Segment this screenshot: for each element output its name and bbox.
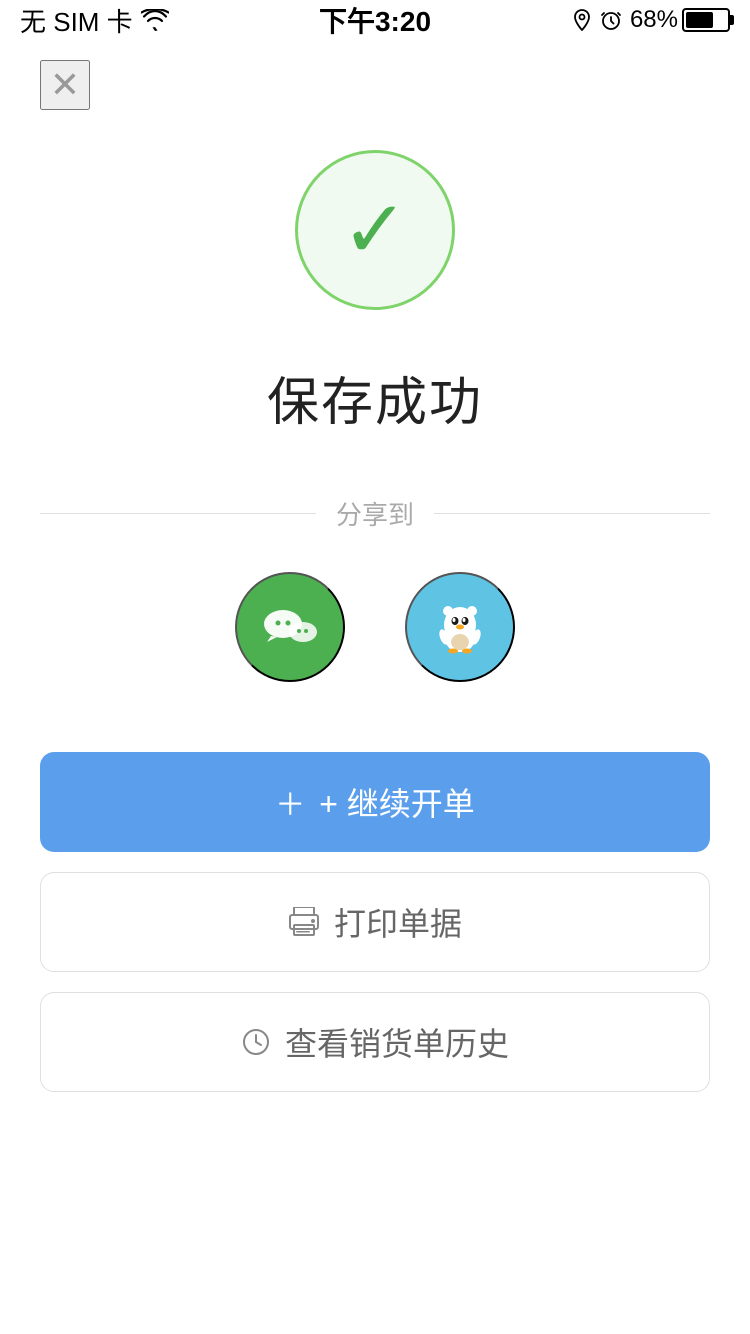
divider-right (434, 513, 710, 514)
status-bar: 无 SIM 卡 下午3:20 68% (0, 0, 750, 40)
status-left: 无 SIM 卡 (20, 2, 169, 39)
sim-status: 无 SIM 卡 (20, 2, 133, 39)
share-wechat-button[interactable] (235, 572, 345, 682)
history-label: 查看销货单历史 (285, 1019, 509, 1065)
battery-icon (682, 8, 730, 32)
status-time: 下午3:20 (319, 0, 431, 40)
main-content: ✕ ✓ 保存成功 分享到 (0, 40, 750, 1112)
status-right: 68% (572, 6, 730, 34)
continue-label: + 继续开单 (319, 779, 475, 825)
alarm-icon (600, 9, 622, 31)
close-icon: ✕ (50, 64, 80, 106)
continue-button[interactable]: ＋ + 继续开单 (40, 752, 710, 852)
success-title: 保存成功 (267, 360, 483, 435)
history-icon (241, 1027, 271, 1057)
share-section: 分享到 (40, 495, 710, 682)
print-button[interactable]: 打印单据 (40, 872, 710, 972)
printer-icon (288, 907, 320, 937)
plus-icon: ＋ (275, 780, 305, 824)
qq-icon (428, 595, 493, 660)
share-qq-button[interactable] (405, 572, 515, 682)
print-label: 打印单据 (334, 899, 462, 945)
battery-text: 68% (630, 6, 678, 34)
location-icon (572, 9, 592, 31)
divider-left (40, 513, 316, 514)
action-buttons: ＋ + 继续开单 打印单据 (40, 752, 710, 1092)
battery-container: 68% (630, 6, 730, 34)
success-indicator: ✓ (295, 150, 455, 310)
share-icons (40, 572, 710, 682)
wechat-icon (255, 592, 325, 662)
share-divider: 分享到 (40, 495, 710, 532)
wifi-icon (141, 9, 169, 31)
battery-fill (686, 12, 713, 28)
checkmark-icon: ✓ (341, 190, 408, 270)
close-button[interactable]: ✕ (40, 60, 90, 110)
history-button[interactable]: 查看销货单历史 (40, 992, 710, 1092)
share-label: 分享到 (336, 495, 414, 532)
